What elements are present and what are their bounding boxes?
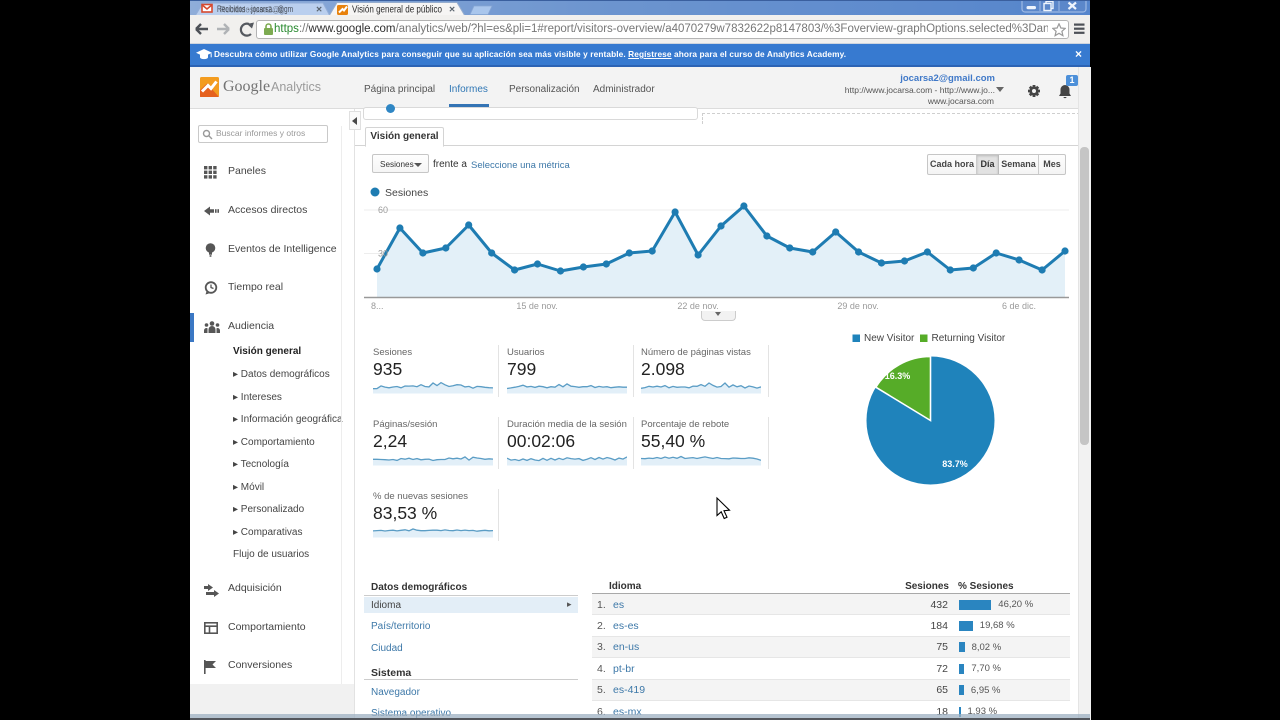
svg-text:30: 30 [378,249,388,259]
svg-text:Visión general de público: Visión general de público [352,5,442,16]
svg-text:×: × [316,4,322,16]
svg-text:Recibidosjasa2@g: Recibidosjasa2@g [220,5,284,16]
svg-text:8...: 8... [371,301,384,311]
svg-text:16.3%: 16.3% [885,371,911,381]
svg-text:83.7%: 83.7% [942,459,968,469]
svg-text:29 de nov.: 29 de nov. [837,301,878,311]
svg-text:6 de dic.: 6 de dic. [1002,301,1036,311]
svg-text:60: 60 [378,205,388,215]
svg-text:×: × [449,4,455,16]
svg-text:22 de nov.: 22 de nov. [677,301,718,311]
svg-text:Sesiones: Sesiones [385,187,428,199]
svg-text:Returning Visitor: Returning Visitor [932,333,1006,344]
svg-text:15 de nov.: 15 de nov. [516,301,557,311]
svg-text:New Visitor: New Visitor [864,333,915,344]
